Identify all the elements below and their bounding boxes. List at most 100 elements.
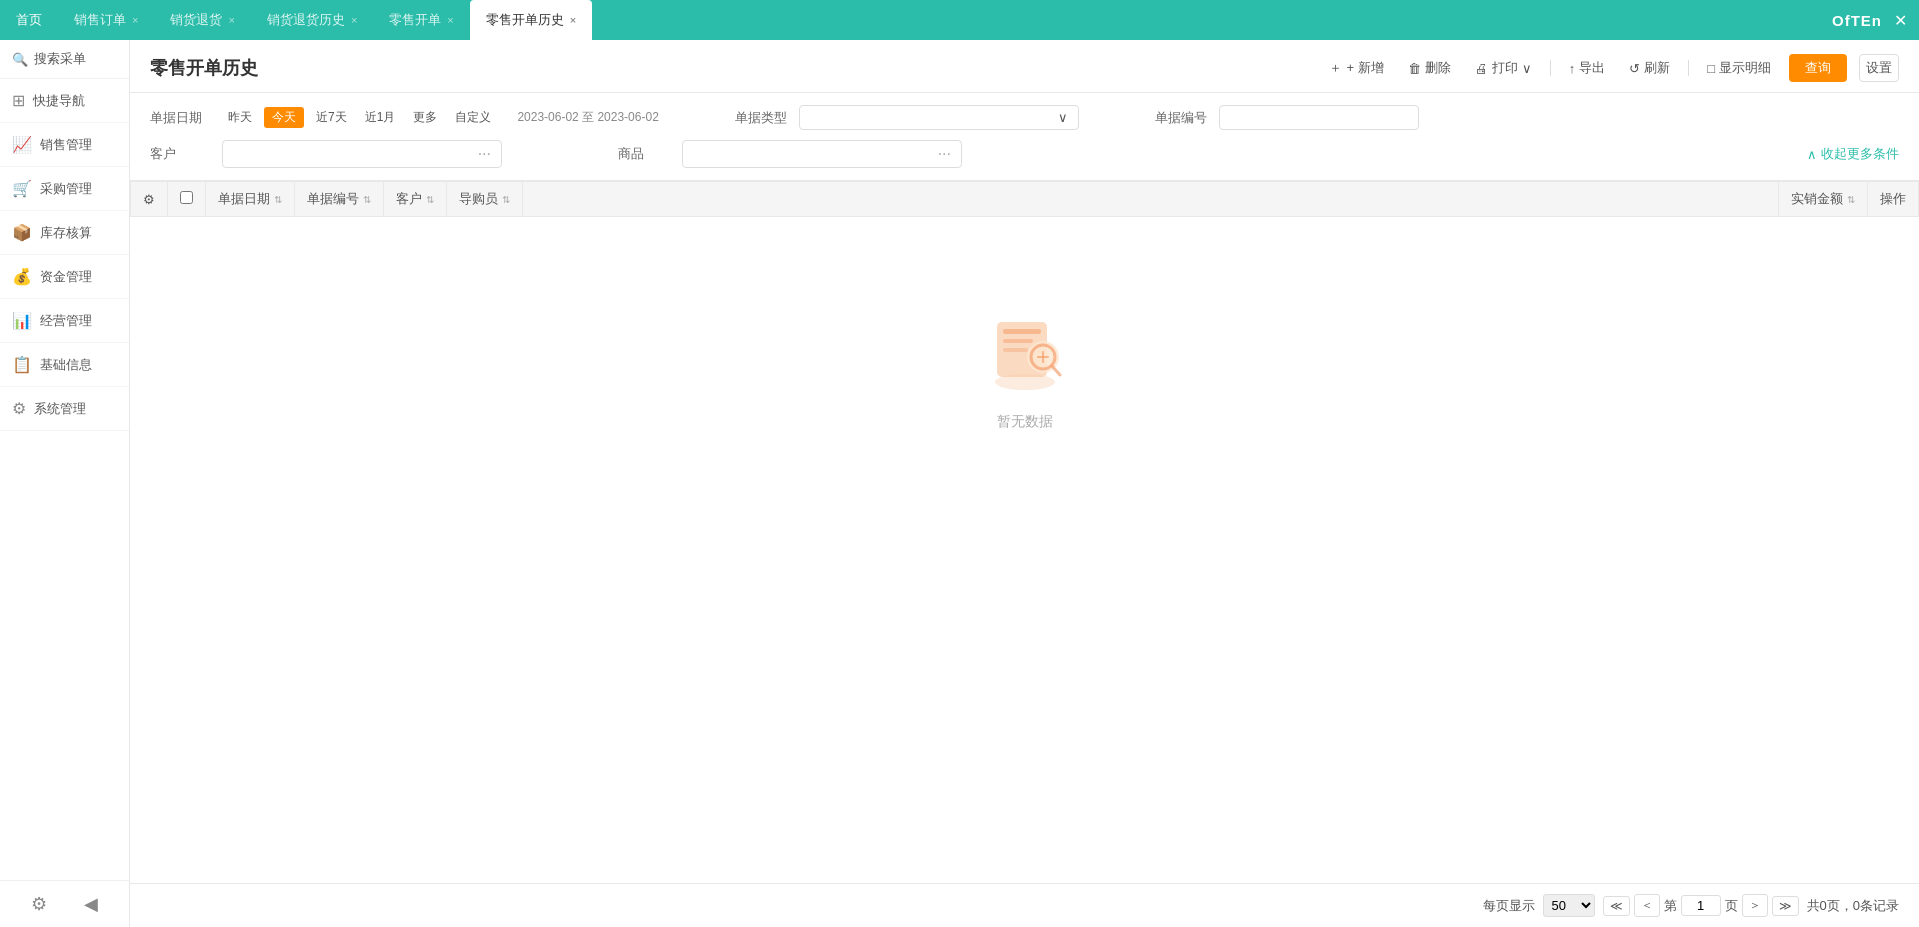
goods-input[interactable]: ··· (682, 140, 962, 168)
add-label: + 新增 (1346, 59, 1383, 77)
doc-no-input[interactable] (1219, 105, 1419, 130)
th-doc-no[interactable]: 单据编号⇅ (295, 182, 384, 217)
select-all-checkbox[interactable] (180, 191, 193, 204)
sort-customer-icon: ⇅ (426, 194, 434, 205)
tab-sales-return[interactable]: 销货退货× (154, 0, 250, 40)
doc-type-select[interactable]: ∨ (799, 105, 1079, 130)
tab-label-sales-order: 销售订单 (74, 11, 126, 29)
page-input[interactable] (1681, 895, 1721, 916)
th-check[interactable] (168, 182, 206, 217)
tab-close-sales-return-history[interactable]: × (351, 14, 357, 26)
goods-label: 商品 (618, 145, 674, 163)
brand-label: OfTEn (1832, 12, 1882, 29)
settings-button[interactable]: 设置 (1859, 54, 1899, 82)
tab-close-retail-open[interactable]: × (447, 14, 453, 26)
sidebar-settings-icon[interactable]: ⚙ (31, 893, 47, 915)
export-icon: ↑ (1569, 61, 1576, 76)
toolbar-divider-1 (1550, 60, 1551, 76)
customer-field[interactable] (233, 147, 478, 162)
empty-state: 暂无数据 (130, 217, 1919, 511)
page-title: 零售开单历史 (150, 56, 258, 80)
empty-text: 暂无数据 (997, 413, 1053, 431)
goods-field[interactable] (693, 147, 938, 162)
sidebar-item-base-info[interactable]: 📋基础信息 (0, 343, 129, 387)
doc-type-label: 单据类型 (735, 109, 791, 127)
table-settings-icon[interactable]: ⚙ (143, 192, 155, 207)
content-area: 零售开单历史 ＋ + 新增 🗑 删除 🖨 打印 ∨ ↑ 导 (130, 40, 1919, 927)
prev-page-button[interactable]: ＜ (1634, 894, 1660, 917)
first-page-button[interactable]: ≪ (1603, 896, 1630, 916)
th-settings[interactable]: ⚙ (131, 182, 168, 217)
export-button[interactable]: ↑ 导出 (1563, 55, 1612, 81)
last-page-button[interactable]: ≫ (1772, 896, 1799, 916)
sidebar-item-purchase-mgmt[interactable]: 🛒采购管理 (0, 167, 129, 211)
sidebar-item-sys-mgmt[interactable]: ⚙系统管理 (0, 387, 129, 431)
svg-line-7 (1052, 366, 1060, 375)
add-button[interactable]: ＋ + 新增 (1323, 55, 1389, 81)
query-button[interactable]: 查询 (1789, 54, 1847, 82)
doc-no-label: 单据编号 (1155, 109, 1211, 127)
sidebar: 🔍 搜索采单 ⊞快捷导航📈销售管理🛒采购管理 📦 库存核算 💰资金管理📊经营管理📋基础… (0, 40, 130, 927)
sidebar-collapse-icon[interactable]: ◀ (84, 893, 98, 915)
next-page-button[interactable]: ＞ (1742, 894, 1768, 917)
per-page-label: 每页显示 (1483, 897, 1535, 915)
sidebar-icon-operations: 📊 (12, 311, 32, 330)
customer-dots[interactable]: ··· (478, 145, 491, 163)
refresh-button[interactable]: ↺ 刷新 (1623, 55, 1676, 81)
sidebar-icon-inventory: 📦 (12, 223, 32, 242)
sort-doc-no-icon: ⇅ (363, 194, 371, 205)
window-close-icon[interactable]: ✕ (1894, 11, 1907, 30)
doc-no-field[interactable] (1230, 110, 1408, 125)
print-icon: 🖨 (1475, 61, 1488, 76)
th-actual-amount[interactable]: 实销金额⇅ (1779, 182, 1868, 217)
sidebar-item-sales-mgmt[interactable]: 📈销售管理 (0, 123, 129, 167)
date-buttons: 昨天 今天 近7天 近1月 更多 自定义 (222, 107, 497, 128)
display-detail-button[interactable]: □ 显示明细 (1701, 55, 1777, 81)
sidebar-label-sys-mgmt: 系统管理 (34, 400, 86, 418)
th-guide[interactable]: 导购员⇅ (447, 182, 523, 217)
sidebar-item-quick-nav[interactable]: ⊞快捷导航 (0, 79, 129, 123)
tab-home[interactable]: 首页 (0, 0, 58, 40)
settings-label: 设置 (1866, 59, 1892, 77)
collapse-label: 收起更多条件 (1821, 145, 1899, 163)
sort-guide-icon: ⇅ (502, 194, 510, 205)
tab-label-sales-return-history: 销货退货历史 (267, 11, 345, 29)
tab-close-sales-order[interactable]: × (132, 14, 138, 26)
date-btn-custom[interactable]: 自定义 (449, 107, 497, 128)
th-customer[interactable]: 客户⇅ (384, 182, 447, 217)
sidebar-label-inventory: 库存核算 (40, 224, 92, 242)
tab-sales-order[interactable]: 销售订单 × (58, 0, 154, 40)
page-suffix: 页 (1725, 897, 1738, 915)
sidebar-label-sales-mgmt: 销售管理 (40, 136, 92, 154)
tab-close-sales-return[interactable]: × (228, 14, 234, 26)
date-btn-last7[interactable]: 近7天 (310, 107, 353, 128)
sidebar-footer: ⚙ ◀ (0, 880, 129, 927)
pagination: 每页显示 50 10 20 100 ≪ ＜ 第 页 ＞ ≫ 共0页，0条记录 (130, 883, 1919, 927)
date-btn-yesterday[interactable]: 昨天 (222, 107, 258, 128)
per-page-select[interactable]: 50 10 20 100 (1543, 894, 1595, 917)
print-label: 打印 (1492, 59, 1518, 77)
table-header-row: ⚙ 单据日期⇅ 单据编号⇅ 客户⇅ (131, 182, 1919, 217)
customer-input[interactable]: ··· (222, 140, 502, 168)
tab-retail-open[interactable]: 零售开单× (373, 0, 469, 40)
date-btn-last1month[interactable]: 近1月 (359, 107, 402, 128)
refresh-label: 刷新 (1644, 59, 1670, 77)
date-btn-today[interactable]: 今天 (264, 107, 304, 128)
collapse-icon: ∧ (1807, 147, 1817, 162)
display-detail-label: 显示明细 (1719, 59, 1771, 77)
sidebar-label-base-info: 基础信息 (40, 356, 92, 374)
sidebar-item-operations[interactable]: 📊经营管理 (0, 299, 129, 343)
sidebar-item-inventory[interactable]: 📦 库存核算 (0, 211, 129, 255)
date-btn-more[interactable]: 更多 (407, 107, 443, 128)
tab-retail-open-history[interactable]: 零售开单历史× (470, 0, 592, 40)
th-doc-date[interactable]: 单据日期⇅ (206, 182, 295, 217)
tab-close-retail-open-history[interactable]: × (570, 14, 576, 26)
sidebar-item-finance[interactable]: 💰资金管理 (0, 255, 129, 299)
goods-dots[interactable]: ··· (938, 145, 951, 163)
export-label: 导出 (1579, 59, 1605, 77)
sidebar-search[interactable]: 🔍 搜索采单 (0, 40, 129, 79)
tab-sales-return-history[interactable]: 销货退货历史 × (251, 0, 373, 40)
collapse-button[interactable]: ∧ 收起更多条件 (1807, 145, 1899, 163)
print-button[interactable]: 🖨 打印 ∨ (1469, 55, 1538, 81)
delete-button[interactable]: 🗑 删除 (1402, 55, 1457, 81)
